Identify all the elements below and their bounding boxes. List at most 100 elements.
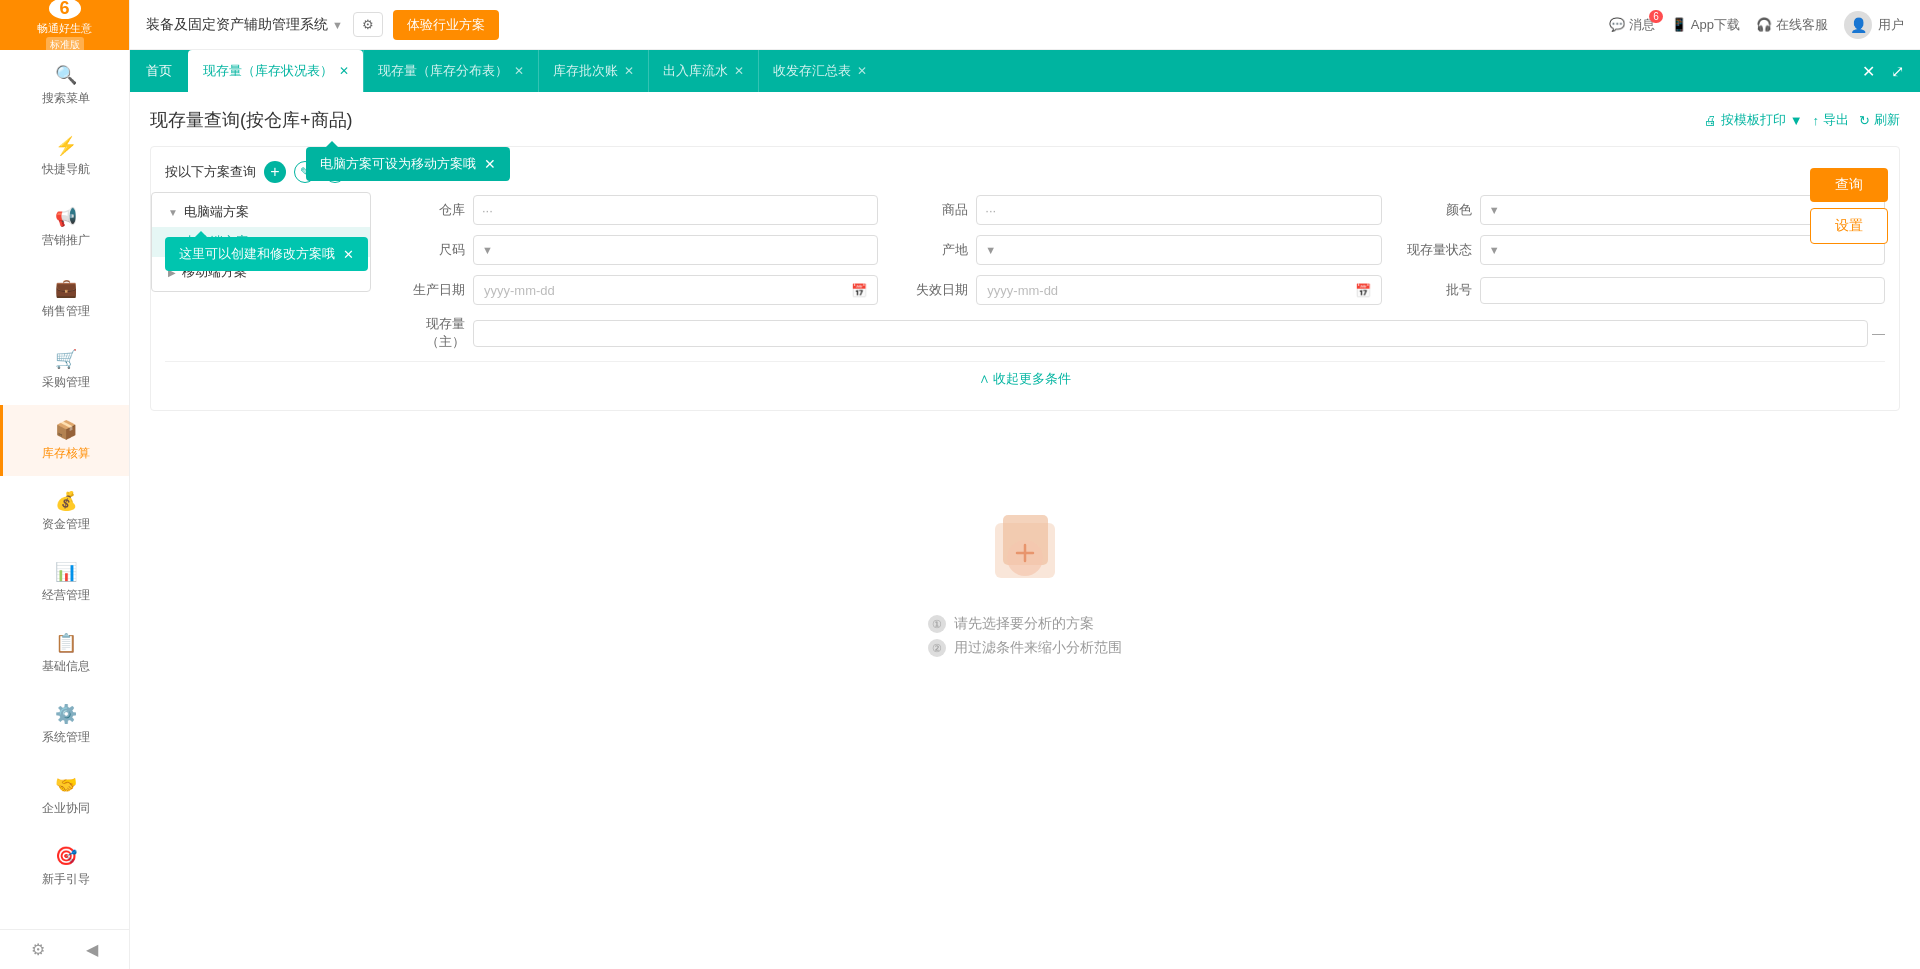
search-button[interactable]: 查询 (1810, 168, 1888, 202)
edit-tooltip-close[interactable]: ✕ (343, 247, 354, 262)
logo-name: 畅通好生意 (37, 21, 92, 36)
tab-inventory-status[interactable]: 现存量（库存状况表） ✕ (188, 50, 363, 92)
warehouse-more-icon: ··· (482, 203, 493, 218)
tab-close-batch[interactable]: ✕ (624, 64, 634, 78)
content-inner: 现存量查询(按仓库+商品) 🖨 按模板打印 ▼ ↑ 导出 ↻ 刷新 (130, 92, 1920, 969)
tab-collect[interactable]: 收发存汇总表 ✕ (758, 50, 881, 92)
warehouse-select[interactable]: ··· (473, 195, 878, 225)
qty-min-input[interactable] (473, 320, 1868, 347)
filter-fields: 仓库 ··· 商品 ··· 颜色 (395, 195, 1885, 351)
sidebar-item-sales[interactable]: 💼销售管理 (0, 263, 129, 334)
quick-nav-icon: ⚡ (55, 135, 77, 157)
system-nav-icon: ⚙️ (55, 703, 77, 725)
online-support-btn[interactable]: 🎧 在线客服 (1756, 16, 1828, 34)
collapse-sidebar-icon[interactable]: ◀ (86, 940, 98, 959)
reset-button[interactable]: 设置 (1810, 208, 1888, 244)
message-button[interactable]: 💬 消息 6 (1609, 16, 1655, 34)
filter-row-goods: 商品 ··· (898, 195, 1381, 225)
sidebar: 6 畅通好生意 标准版 🔍搜索菜单 ⚡快捷导航 📢营销推广 💼销售管理 🛒采购管… (0, 0, 130, 969)
proddate-label: 生产日期 (395, 281, 465, 299)
user-area[interactable]: 👤 用户 (1844, 11, 1904, 39)
tab-close-inventory-dist[interactable]: ✕ (514, 64, 524, 78)
sidebar-footer: ⚙ ◀ (0, 929, 129, 969)
tab-inventory-status-label: 现存量（库存状况表） (203, 62, 333, 80)
marketing-nav-icon: 📢 (55, 206, 77, 228)
tab-batch[interactable]: 库存批次账 ✕ (538, 50, 648, 92)
sidebar-label-enterprise: 企业协同 (42, 800, 90, 817)
settings-icon[interactable]: ⚙ (31, 940, 45, 959)
close-all-tabs-btn[interactable]: ✕ (1858, 58, 1879, 85)
sidebar-item-marketing[interactable]: 📢营销推广 (0, 192, 129, 263)
filter-label: 按以下方案查询 (165, 163, 256, 181)
add-scheme-btn[interactable]: + (264, 161, 286, 183)
sidebar-item-operations[interactable]: 📊经营管理 (0, 547, 129, 618)
expand-btn[interactable]: ⤢ (1887, 58, 1908, 85)
refresh-icon: ↻ (1859, 113, 1870, 128)
origin-select-arrow: ▼ (985, 244, 996, 256)
expiredate-input[interactable]: yyyy-mm-dd 📅 (976, 275, 1381, 305)
sidebar-item-inventory[interactable]: 📦 库存核算 (0, 405, 129, 476)
scheme-tooltip-close[interactable]: ✕ (484, 156, 496, 172)
refresh-btn[interactable]: ↻ 刷新 (1859, 111, 1900, 129)
system-name-dropdown[interactable]: 装备及固定资产辅助管理系统 ▼ (146, 16, 343, 34)
export-label: 导出 (1823, 111, 1849, 129)
sidebar-item-enterprise[interactable]: 🤝企业协同 (0, 760, 129, 831)
proddate-input[interactable]: yyyy-mm-dd 📅 (473, 275, 878, 305)
batch-input[interactable] (1480, 277, 1885, 304)
app-download-label: App下载 (1691, 16, 1740, 34)
tab-inventory-dist[interactable]: 现存量（库存分布表） ✕ (363, 50, 538, 92)
sidebar-label-inventory: 库存核算 (42, 445, 90, 462)
expiredate-label: 失效日期 (898, 281, 968, 299)
goods-more-icon: ··· (985, 203, 996, 218)
filter-header: 按以下方案查询 + ✎ ← 电脑方案可设为移动方案哦 ✕ (165, 161, 1885, 183)
collapse-bar[interactable]: ∧ 收起更多条件 (165, 361, 1885, 396)
color-label: 颜色 (1402, 201, 1472, 219)
tab-inout[interactable]: 出入库流水 ✕ (648, 50, 758, 92)
empty-illustration (975, 503, 1075, 593)
tab-home-label: 首页 (146, 62, 172, 80)
sidebar-item-search[interactable]: 🔍搜索菜单 (0, 50, 129, 121)
batch-label: 批号 (1402, 281, 1472, 299)
finance-nav-icon: 💰 (55, 490, 77, 512)
color-select-arrow: ▼ (1489, 204, 1500, 216)
sidebar-item-guide[interactable]: 🎯新手引导 (0, 831, 129, 902)
template-print-btn[interactable]: 🖨 按模板打印 ▼ (1704, 111, 1803, 129)
edit-scheme-tooltip: 这里可以创建和修改方案哦 ✕ (165, 237, 368, 271)
tab-home[interactable]: 首页 (130, 50, 188, 92)
empty-state: ① 请先选择要分析的方案 ② 用过滤条件来缩小分析范围 (150, 423, 1900, 743)
size-label: 尺码 (395, 241, 465, 259)
refresh-label: 刷新 (1874, 111, 1900, 129)
filter-row-size: 尺码 ▼ (395, 235, 878, 265)
avatar: 👤 (1844, 11, 1872, 39)
scheme-tree-desktop[interactable]: ▼ 电脑端方案 (152, 197, 370, 227)
goods-select[interactable]: ··· (976, 195, 1381, 225)
gear-button[interactable]: ⚙ (353, 12, 383, 37)
tab-close-inout[interactable]: ✕ (734, 64, 744, 78)
app-download-btn[interactable]: 📱 App下载 (1671, 16, 1740, 34)
sidebar-item-basic[interactable]: 📋基础信息 (0, 618, 129, 689)
export-btn[interactable]: ↑ 导出 (1813, 111, 1850, 129)
export-icon: ↑ (1813, 113, 1820, 128)
collapse-icon: ∧ (979, 371, 990, 386)
header-right: 💬 消息 6 📱 App下载 🎧 在线客服 👤 用户 (1609, 11, 1904, 39)
sidebar-label-operations: 经营管理 (42, 587, 90, 604)
origin-select[interactable]: ▼ (976, 235, 1381, 265)
tab-close-inventory-status[interactable]: ✕ (339, 64, 349, 78)
sidebar-item-quick[interactable]: ⚡快捷导航 (0, 121, 129, 192)
industry-button[interactable]: 体验行业方案 (393, 10, 499, 40)
printer-icon: 🖨 (1704, 113, 1717, 128)
size-select[interactable]: ▼ (473, 235, 878, 265)
filter-area: 按以下方案查询 + ✎ ← 电脑方案可设为移动方案哦 ✕ ▼ 电脑端方案 (150, 146, 1900, 411)
page-title: 现存量查询(按仓库+商品) (150, 108, 353, 132)
tab-close-collect[interactable]: ✕ (857, 64, 867, 78)
header-left: 装备及固定资产辅助管理系统 ▼ ⚙ 体验行业方案 (146, 10, 499, 40)
sidebar-item-system[interactable]: ⚙️系统管理 (0, 689, 129, 760)
expiredate-placeholder: yyyy-mm-dd (987, 283, 1058, 298)
empty-hint-1-text: 请先选择要分析的方案 (954, 615, 1094, 633)
scheme-tooltip: 电脑方案可设为移动方案哦 ✕ (306, 147, 510, 181)
sidebar-nav: 🔍搜索菜单 ⚡快捷导航 📢营销推广 💼销售管理 🛒采购管理 📦 库存核算 💰资金管… (0, 50, 129, 929)
sidebar-item-purchase[interactable]: 🛒采购管理 (0, 334, 129, 405)
inventory-nav-icon: 📦 (55, 419, 77, 441)
sidebar-item-finance[interactable]: 💰资金管理 (0, 476, 129, 547)
size-select-arrow: ▼ (482, 244, 493, 256)
